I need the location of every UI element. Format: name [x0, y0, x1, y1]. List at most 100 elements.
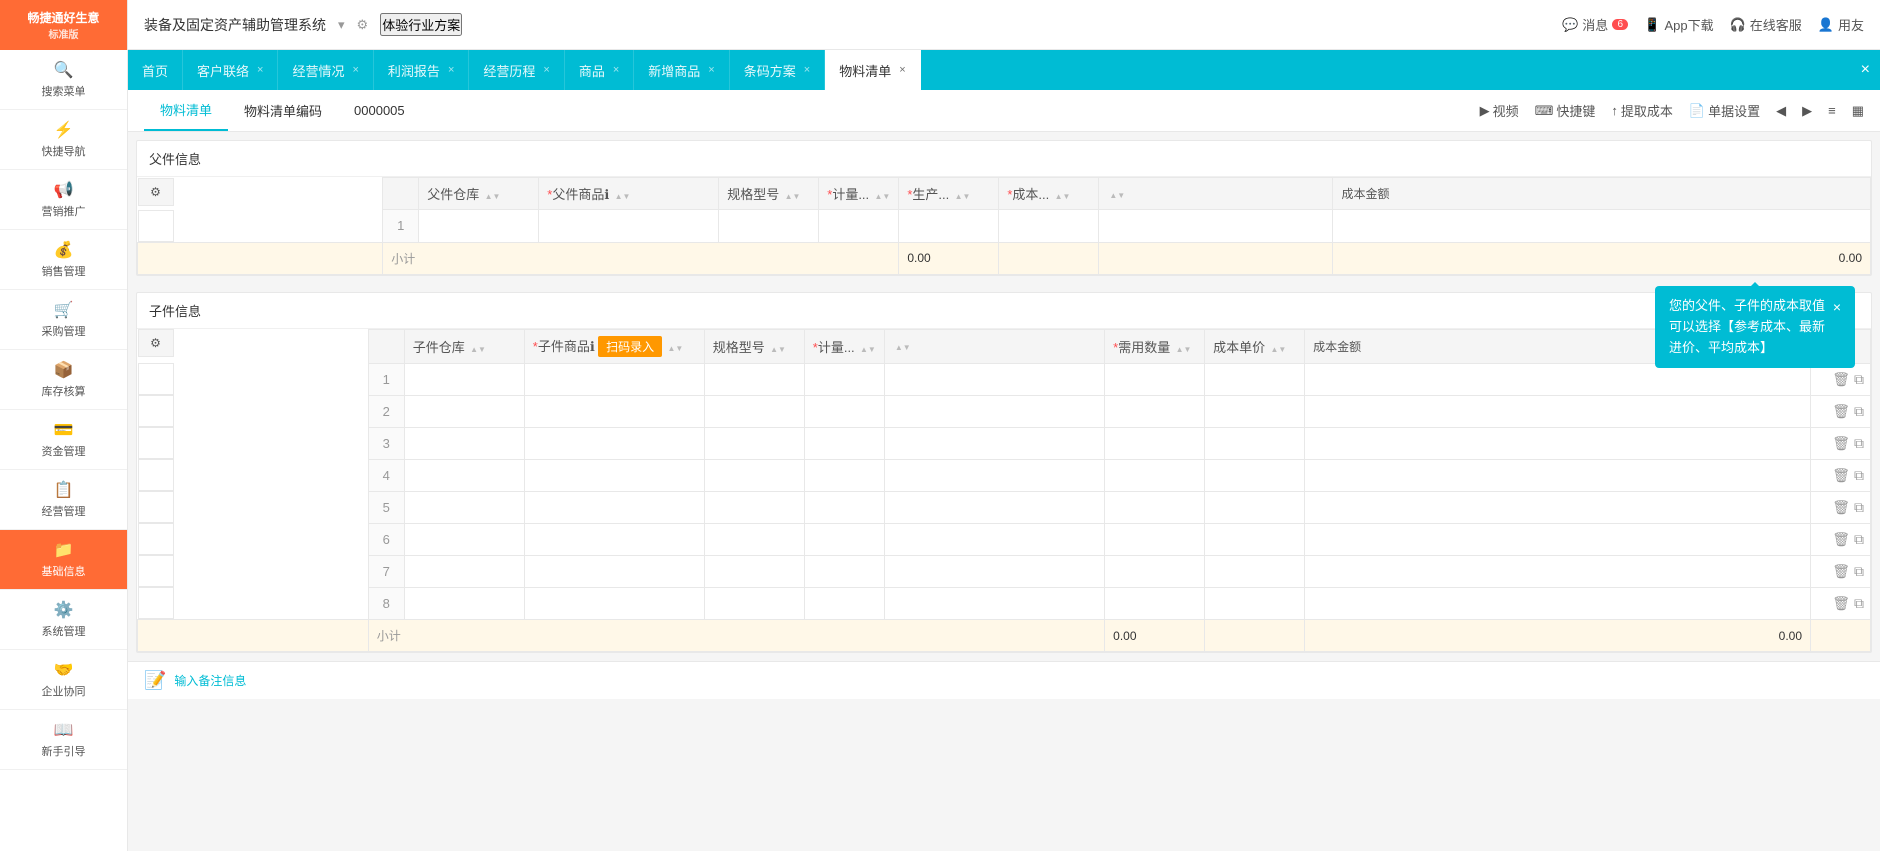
child-row5-spec[interactable]: [704, 491, 804, 523]
child-row3-delete-icon[interactable]: 🗑: [1832, 435, 1850, 452]
online-service-item[interactable]: 🎧 在线客服: [1730, 15, 1802, 34]
child-row3-spec[interactable]: [704, 427, 804, 459]
child-row6-warehouse[interactable]: [404, 523, 524, 555]
nav-close-button[interactable]: ×: [1851, 61, 1880, 79]
child-row5-product[interactable]: [524, 491, 704, 523]
parent-row1-produce[interactable]: [899, 210, 999, 243]
child-row5-copy-icon[interactable]: ⧉: [1854, 499, 1864, 516]
child-row3-unit-cost[interactable]: [1205, 427, 1305, 459]
sub-tab-bill-of-materials[interactable]: 物料清单: [144, 90, 228, 131]
child-row1-spec[interactable]: [704, 363, 804, 395]
single-settings-link[interactable]: 📄 单据设置: [1689, 101, 1760, 120]
scan-input-button[interactable]: 扫码录入: [598, 336, 662, 357]
child-row7-delete-icon[interactable]: 🗑: [1832, 563, 1850, 580]
child-row6-unit-cost[interactable]: [1205, 523, 1305, 555]
child-settings-gear-header[interactable]: ⚙: [138, 329, 174, 357]
sidebar-item-6[interactable]: 💳 资金管理: [0, 410, 127, 470]
child-row3-copy-icon[interactable]: ⧉: [1854, 435, 1864, 452]
messages-item[interactable]: 💬 消息 6: [1562, 15, 1628, 34]
sidebar-item-0[interactable]: 🔍 搜索菜单: [0, 50, 127, 110]
child-row3-warehouse[interactable]: [404, 427, 524, 459]
child-row4-qty[interactable]: [1105, 459, 1205, 491]
child-row5-delete-icon[interactable]: 🗑: [1832, 499, 1850, 516]
next-btn[interactable]: ▶: [1802, 103, 1812, 119]
extract-cost-link[interactable]: ↑ 提取成本: [1611, 101, 1673, 120]
child-row6-spec[interactable]: [704, 523, 804, 555]
child-row5-unit[interactable]: [804, 491, 884, 523]
prev-btn[interactable]: ◀: [1776, 103, 1786, 119]
child-row4-copy-icon[interactable]: ⧉: [1854, 467, 1864, 484]
trial-button[interactable]: 体验行业方案: [380, 13, 462, 36]
child-row7-product[interactable]: [524, 555, 704, 587]
child-row6-copy-icon[interactable]: ⧉: [1854, 531, 1864, 548]
sidebar-item-5[interactable]: 📦 库存核算: [0, 350, 127, 410]
nav-tab-7[interactable]: 条码方案×: [730, 50, 825, 90]
nav-tab-close-2[interactable]: ×: [352, 64, 358, 76]
shortcut-link[interactable]: ⌨ 快捷键: [1535, 101, 1596, 120]
child-row8-delete-icon[interactable]: 🗑: [1832, 595, 1850, 612]
sidebar-item-11[interactable]: 📖 新手引导: [0, 710, 127, 770]
child-row1-qty[interactable]: [1105, 363, 1205, 395]
nav-tab-close-5[interactable]: ×: [613, 64, 619, 76]
nav-tab-2[interactable]: 经营情况×: [278, 50, 373, 90]
child-row1-copy-icon[interactable]: ⧉: [1854, 371, 1864, 388]
child-row4-delete-icon[interactable]: 🗑: [1832, 467, 1850, 484]
sidebar-item-4[interactable]: 🛒 采购管理: [0, 290, 127, 350]
child-row7-spec[interactable]: [704, 555, 804, 587]
child-row2-product[interactable]: [524, 395, 704, 427]
child-row8-spec[interactable]: [704, 587, 804, 620]
dropdown-arrow-icon[interactable]: ▾: [338, 17, 345, 33]
nav-tab-close-6[interactable]: ×: [708, 64, 714, 76]
child-row1-unit-cost[interactable]: [1205, 363, 1305, 395]
nav-tab-close-4[interactable]: ×: [543, 64, 549, 76]
settings-icon[interactable]: ⚙: [357, 17, 369, 33]
child-row8-unit[interactable]: [804, 587, 884, 620]
child-row4-spec[interactable]: [704, 459, 804, 491]
child-row7-unit[interactable]: [804, 555, 884, 587]
child-row1-warehouse[interactable]: [404, 363, 524, 395]
nav-tab-5[interactable]: 商品×: [565, 50, 634, 90]
child-row2-spec[interactable]: [704, 395, 804, 427]
nav-tab-close-1[interactable]: ×: [257, 64, 263, 76]
nav-tab-close-7[interactable]: ×: [804, 64, 810, 76]
child-row4-unit[interactable]: [804, 459, 884, 491]
child-row1-product[interactable]: [524, 363, 704, 395]
child-row8-warehouse[interactable]: [404, 587, 524, 620]
child-row5-qty[interactable]: [1105, 491, 1205, 523]
sidebar-item-7[interactable]: 📋 经营管理: [0, 470, 127, 530]
menu-view-btn[interactable]: ▦: [1852, 103, 1864, 119]
child-row1-unit[interactable]: [804, 363, 884, 395]
nav-tab-4[interactable]: 经营历程×: [469, 50, 564, 90]
sidebar-item-8[interactable]: 📁 基础信息: [0, 530, 127, 590]
nav-tab-close-3[interactable]: ×: [448, 64, 454, 76]
parent-row1-product[interactable]: [539, 210, 719, 243]
child-row3-unit[interactable]: [804, 427, 884, 459]
sidebar-item-3[interactable]: 💰 销售管理: [0, 230, 127, 290]
sidebar-item-9[interactable]: ⚙️ 系统管理: [0, 590, 127, 650]
nav-tab-close-8[interactable]: ×: [899, 64, 905, 76]
nav-tab-3[interactable]: 利润报告×: [374, 50, 469, 90]
child-row7-qty[interactable]: [1105, 555, 1205, 587]
child-row4-warehouse[interactable]: [404, 459, 524, 491]
grid-view-btn[interactable]: ≡: [1828, 103, 1836, 118]
nav-tab-6[interactable]: 新增商品×: [634, 50, 729, 90]
child-row3-product[interactable]: [524, 427, 704, 459]
sidebar-item-1[interactable]: ⚡ 快捷导航: [0, 110, 127, 170]
parent-row1-unit[interactable]: [819, 210, 899, 243]
sidebar-item-2[interactable]: 📢 营销推广: [0, 170, 127, 230]
child-row6-delete-icon[interactable]: 🗑: [1832, 531, 1850, 548]
child-row6-unit[interactable]: [804, 523, 884, 555]
child-row6-qty[interactable]: [1105, 523, 1205, 555]
child-row7-unit-cost[interactable]: [1205, 555, 1305, 587]
nav-tab-0[interactable]: 首页: [128, 50, 183, 90]
child-row6-product[interactable]: [524, 523, 704, 555]
parent-row1-warehouse[interactable]: [419, 210, 539, 243]
child-row4-unit-cost[interactable]: [1205, 459, 1305, 491]
child-row8-unit-cost[interactable]: [1205, 587, 1305, 620]
app-download-item[interactable]: 📱 App下载: [1644, 15, 1713, 34]
parent-row1-cost[interactable]: [999, 210, 1099, 243]
child-row2-unit-cost[interactable]: [1205, 395, 1305, 427]
video-link[interactable]: ▶ 视频: [1480, 101, 1519, 120]
parent-row1-spec[interactable]: [719, 210, 819, 243]
nav-tab-8[interactable]: 物料清单×: [825, 50, 920, 90]
